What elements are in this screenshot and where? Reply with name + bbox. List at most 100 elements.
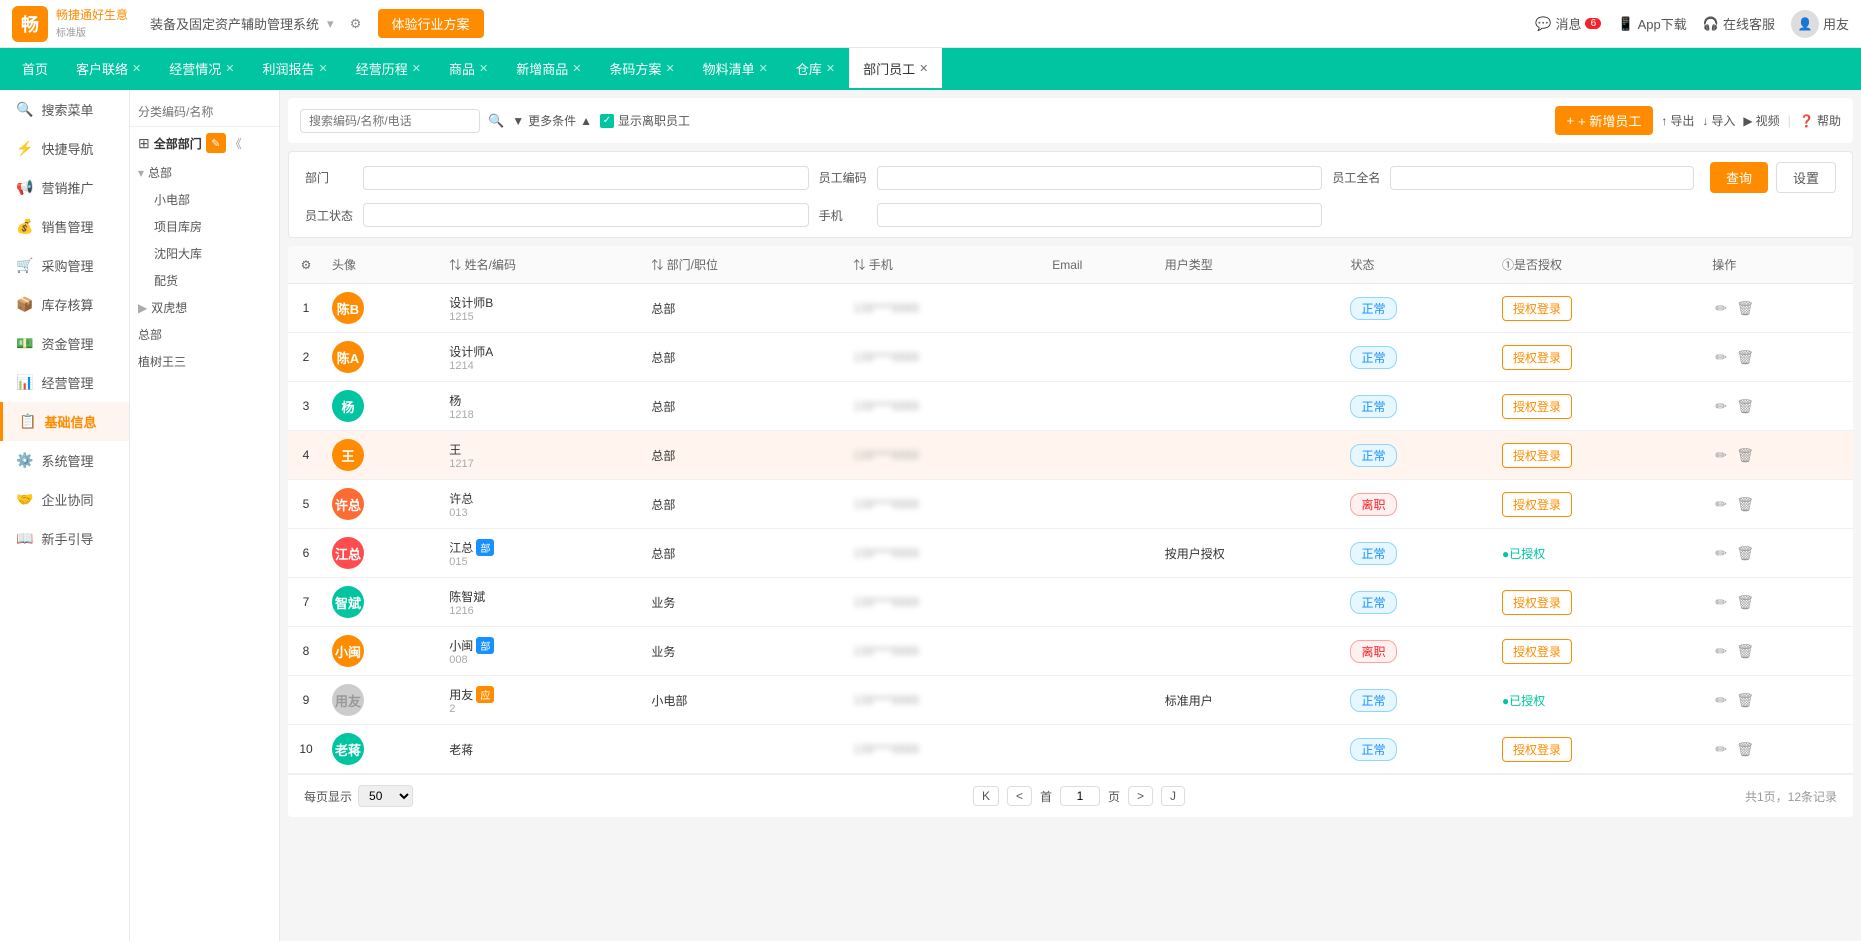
dept-collapse-icon[interactable]: 《 — [230, 135, 242, 152]
dept-filter-select[interactable] — [363, 166, 809, 190]
emp-code-input[interactable] — [877, 166, 1323, 190]
sidebar-item-quicknav[interactable]: ⚡ 快捷导航 — [0, 129, 129, 168]
export-button[interactable]: ↑ 导出 — [1661, 112, 1694, 129]
emp-name-input[interactable] — [1390, 166, 1694, 190]
search-input[interactable] — [300, 109, 480, 133]
delete-icon[interactable]: 🗑 — [1736, 545, 1754, 561]
tab-add-goods[interactable]: 新增商品 ✕ — [502, 48, 595, 90]
tab-close-icon[interactable]: ✕ — [826, 62, 835, 75]
auth-login-button[interactable]: 授权登录 — [1502, 639, 1572, 664]
tab-close-icon[interactable]: ✕ — [479, 62, 488, 75]
edit-icon[interactable]: ✏ — [1715, 545, 1727, 561]
import-button[interactable]: ↓ 导入 — [1702, 112, 1735, 129]
delete-icon[interactable]: 🗑 — [1736, 643, 1754, 659]
col-phone[interactable]: ⇅ 手机 — [845, 246, 1044, 284]
auth-login-button[interactable]: 授权登录 — [1502, 737, 1572, 762]
tab-bom[interactable]: 物料清单 ✕ — [689, 48, 782, 90]
add-employee-button[interactable]: + + 新增员工 — [1555, 106, 1654, 135]
tab-goods[interactable]: 商品 ✕ — [435, 48, 502, 90]
next-page-button[interactable]: > — [1128, 786, 1153, 806]
help-button[interactable]: ❓ 帮助 — [1799, 112, 1841, 129]
auth-login-button[interactable]: 授权登录 — [1502, 492, 1572, 517]
sidebar-item-purchase[interactable]: 🛒 采购管理 — [0, 246, 129, 285]
col-name[interactable]: ⇅ 姓名/编码 — [441, 246, 643, 284]
auth-login-button[interactable]: 授权登录 — [1502, 345, 1572, 370]
sidebar-item-operations[interactable]: 📊 经营管理 — [0, 363, 129, 402]
phone-input[interactable] — [877, 203, 1323, 227]
resigned-checkbox[interactable]: ✓ — [600, 114, 614, 128]
sidebar-item-cooperation[interactable]: 🤝 企业协同 — [0, 480, 129, 519]
dept-node-shuanghu[interactable]: ▶ 双虎想 — [130, 294, 279, 321]
tab-business[interactable]: 经营情况 ✕ — [155, 48, 248, 90]
query-button[interactable]: 查询 — [1710, 162, 1768, 193]
page-number-input[interactable] — [1060, 786, 1100, 806]
dept-node-zongbu[interactable]: ▾ 总部 — [130, 159, 279, 186]
sidebar-item-marketing[interactable]: 📢 营销推广 — [0, 168, 129, 207]
delete-icon[interactable]: 🗑 — [1736, 398, 1754, 414]
last-page-button[interactable]: J — [1161, 786, 1185, 806]
edit-icon[interactable]: ✏ — [1715, 741, 1727, 757]
show-resigned-toggle[interactable]: ✓ 显示离职员工 — [600, 112, 690, 129]
edit-icon[interactable]: ✏ — [1715, 447, 1727, 463]
user-avatar[interactable]: 👤 用友 — [1791, 10, 1849, 38]
tab-close-icon[interactable]: ✕ — [665, 62, 674, 75]
dept-node-xiaodian[interactable]: 小电部 — [138, 186, 279, 213]
auth-login-button[interactable]: 授权登录 — [1502, 443, 1572, 468]
edit-icon[interactable]: ✏ — [1715, 692, 1727, 708]
tab-close-icon[interactable]: ✕ — [132, 62, 141, 75]
emp-status-select[interactable] — [363, 203, 809, 227]
view-button[interactable]: ▶ 视频 — [1743, 112, 1779, 129]
dept-edit-button[interactable]: ✎ — [206, 133, 226, 153]
all-dept-label[interactable]: 全部部门 — [154, 135, 202, 152]
edit-icon[interactable]: ✏ — [1715, 398, 1727, 414]
delete-icon[interactable]: 🗑 — [1736, 447, 1754, 463]
col-settings[interactable]: ⚙ — [288, 246, 324, 284]
more-filter-button[interactable]: ▼ 更多条件 ▲ — [512, 112, 592, 129]
dept-node-peihuo[interactable]: 配货 — [138, 267, 279, 294]
tab-close-icon[interactable]: ✕ — [919, 62, 928, 75]
message-btn[interactable]: 💬 消息 6 — [1535, 14, 1601, 33]
page-size-select[interactable]: 50 20 100 — [358, 785, 413, 807]
tab-barcode[interactable]: 条码方案 ✕ — [595, 48, 688, 90]
prev-page-button[interactable]: < — [1007, 786, 1032, 806]
tab-close-icon[interactable]: ✕ — [319, 62, 328, 75]
app-download-btn[interactable]: 📱 App下载 — [1617, 14, 1686, 33]
delete-icon[interactable]: 🗑 — [1736, 692, 1754, 708]
auth-login-button[interactable]: 授权登录 — [1502, 394, 1572, 419]
col-dept[interactable]: ⇅ 部门/职位 — [643, 246, 845, 284]
dept-node-shenyang[interactable]: 沈阳大库 — [138, 240, 279, 267]
sidebar-item-sales[interactable]: 💰 销售管理 — [0, 207, 129, 246]
sidebar-item-finance[interactable]: 💵 资金管理 — [0, 324, 129, 363]
dept-search-input[interactable] — [138, 105, 280, 119]
edit-icon[interactable]: ✏ — [1715, 643, 1727, 659]
delete-icon[interactable]: 🗑 — [1736, 349, 1754, 365]
edit-icon[interactable]: ✏ — [1715, 300, 1727, 316]
tab-home[interactable]: 首页 — [8, 48, 62, 90]
delete-icon[interactable]: 🗑 — [1736, 741, 1754, 757]
dept-node-zongbu2[interactable]: 总部 — [130, 321, 279, 348]
tab-warehouse[interactable]: 仓库 ✕ — [782, 48, 849, 90]
delete-icon[interactable]: 🗑 — [1736, 300, 1754, 316]
tab-close-icon[interactable]: ✕ — [759, 62, 768, 75]
sidebar-item-system[interactable]: ⚙️ 系统管理 — [0, 441, 129, 480]
sidebar-item-basic-info[interactable]: 📋 基础信息 — [0, 402, 129, 441]
settings-icon[interactable]: ⚙ — [342, 10, 370, 38]
trial-button[interactable]: 体验行业方案 — [378, 9, 484, 38]
tab-close-icon[interactable]: ✕ — [572, 62, 581, 75]
dropdown-arrow-icon[interactable]: ▾ — [327, 16, 334, 32]
online-service-btn[interactable]: 🎧 在线客服 — [1703, 14, 1775, 33]
tab-department[interactable]: 部门员工 ✕ — [849, 48, 942, 90]
search-button-icon[interactable]: 🔍 — [488, 113, 504, 129]
sidebar-item-guide[interactable]: 📖 新手引导 — [0, 519, 129, 558]
dept-node-zhishu[interactable]: 植树王三 — [130, 348, 279, 375]
tab-customer[interactable]: 客户联络 ✕ — [62, 48, 155, 90]
tab-close-icon[interactable]: ✕ — [412, 62, 421, 75]
tab-profit[interactable]: 利润报告 ✕ — [248, 48, 341, 90]
dept-node-xiangmu[interactable]: 项目库房 — [138, 213, 279, 240]
sidebar-item-search[interactable]: 🔍 搜索菜单 — [0, 90, 129, 129]
edit-icon[interactable]: ✏ — [1715, 496, 1727, 512]
edit-icon[interactable]: ✏ — [1715, 349, 1727, 365]
edit-icon[interactable]: ✏ — [1715, 594, 1727, 610]
auth-login-button[interactable]: 授权登录 — [1502, 590, 1572, 615]
auth-login-button[interactable]: 授权登录 — [1502, 296, 1572, 321]
